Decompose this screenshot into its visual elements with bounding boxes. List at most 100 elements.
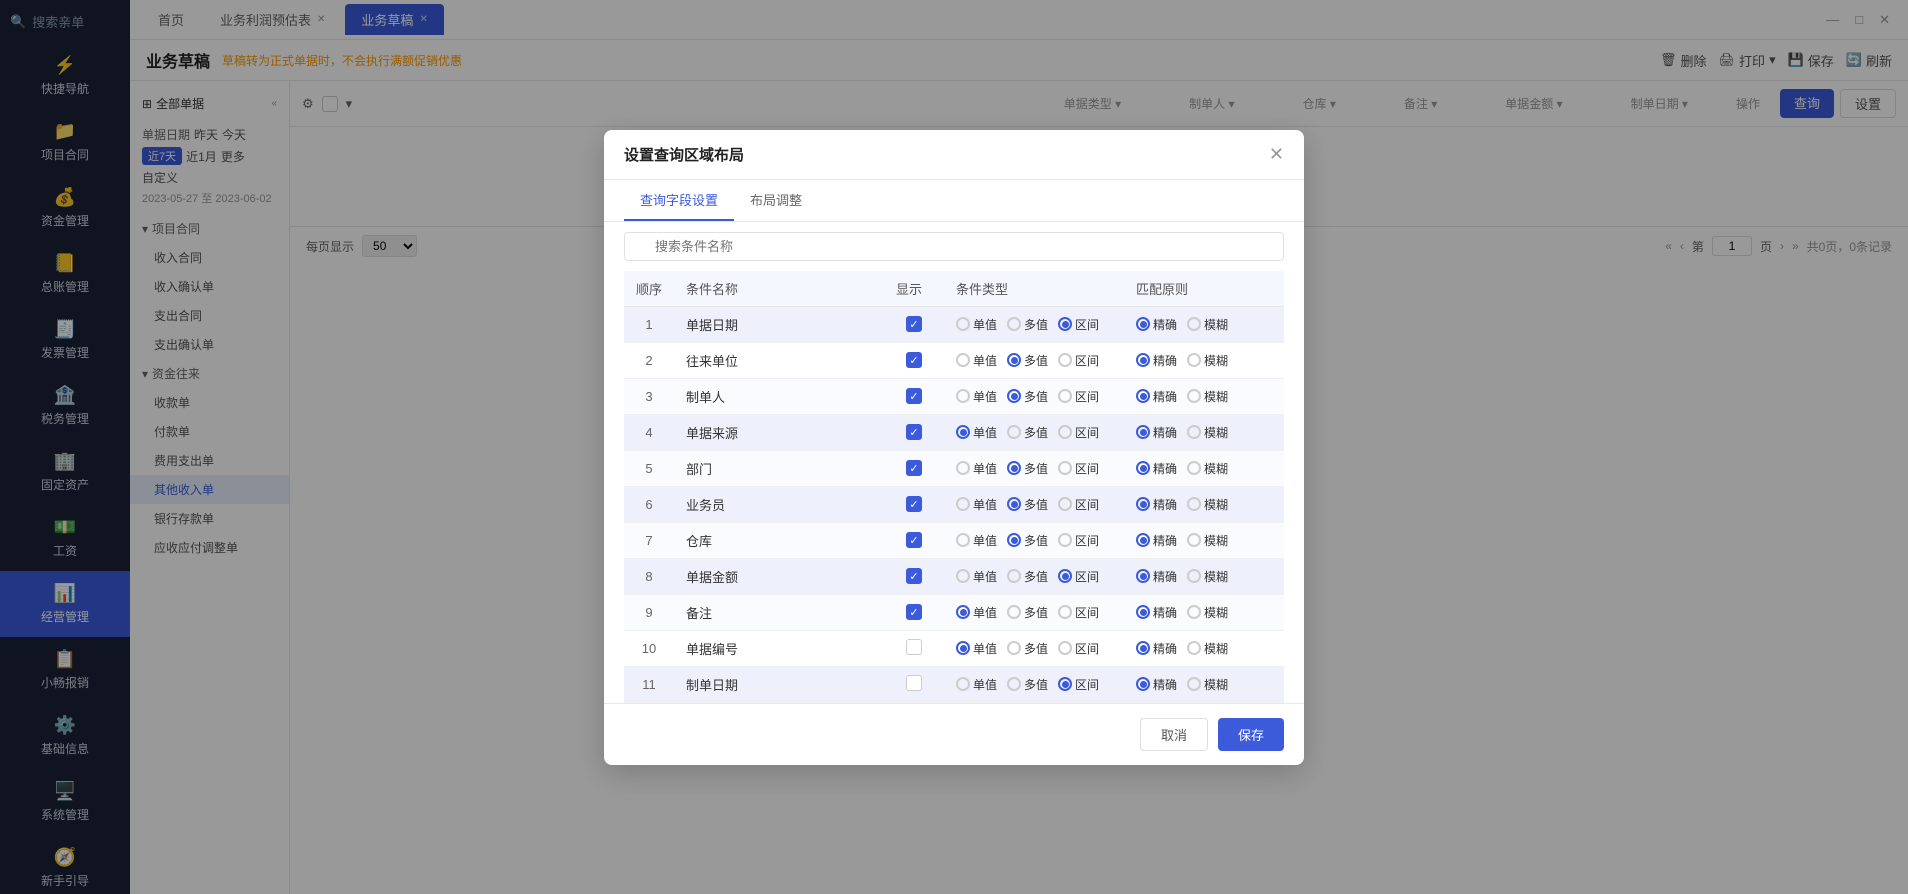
match-radio-模糊[interactable]: 模糊 <box>1187 496 1228 513</box>
type-radio-区间[interactable]: 区间 <box>1058 568 1099 585</box>
row-show[interactable] <box>884 486 944 522</box>
modal-tab-layout[interactable]: 布局调整 <box>734 180 818 221</box>
row-show[interactable] <box>884 378 944 414</box>
row-show[interactable] <box>884 342 944 378</box>
cancel-button[interactable]: 取消 <box>1140 718 1208 751</box>
type-radio-单值[interactable]: 单值 <box>956 424 997 441</box>
show-checkbox[interactable] <box>906 460 922 476</box>
row-show[interactable] <box>884 558 944 594</box>
show-checkbox[interactable] <box>906 675 922 691</box>
row-show[interactable] <box>884 522 944 558</box>
row-type: 单值多值区间 <box>944 594 1124 630</box>
type-radio-区间[interactable]: 区间 <box>1058 640 1099 657</box>
show-checkbox[interactable] <box>906 424 922 440</box>
radio-circle <box>1136 389 1150 403</box>
radio-circle <box>1058 353 1072 367</box>
show-checkbox[interactable] <box>906 352 922 368</box>
match-radio-精确[interactable]: 精确 <box>1136 568 1177 585</box>
match-radio-模糊[interactable]: 模糊 <box>1187 676 1228 693</box>
match-radio-模糊[interactable]: 模糊 <box>1187 316 1228 333</box>
match-radio-精确[interactable]: 精确 <box>1136 604 1177 621</box>
type-radio-单值[interactable]: 单值 <box>956 568 997 585</box>
row-show[interactable] <box>884 630 944 666</box>
row-show[interactable] <box>884 450 944 486</box>
match-radio-精确[interactable]: 精确 <box>1136 460 1177 477</box>
match-radio-模糊[interactable]: 模糊 <box>1187 568 1228 585</box>
modal-tab-fields[interactable]: 查询字段设置 <box>624 180 734 221</box>
row-show[interactable] <box>884 594 944 630</box>
type-radio-区间[interactable]: 区间 <box>1058 388 1099 405</box>
show-checkbox[interactable] <box>906 496 922 512</box>
table-row: 3制单人单值多值区间精确模糊 <box>624 378 1284 414</box>
type-radio-多值[interactable]: 多值 <box>1007 496 1048 513</box>
match-radio-模糊[interactable]: 模糊 <box>1187 388 1228 405</box>
table-row: 10单据编号单值多值区间精确模糊 <box>624 630 1284 666</box>
match-radio-精确[interactable]: 精确 <box>1136 640 1177 657</box>
show-checkbox[interactable] <box>906 532 922 548</box>
type-radio-区间[interactable]: 区间 <box>1058 316 1099 333</box>
type-radio-单值[interactable]: 单值 <box>956 640 997 657</box>
match-radio-精确[interactable]: 精确 <box>1136 532 1177 549</box>
type-radio-区间[interactable]: 区间 <box>1058 604 1099 621</box>
match-radio-精确[interactable]: 精确 <box>1136 388 1177 405</box>
type-radio-区间[interactable]: 区间 <box>1058 496 1099 513</box>
type-radio-多值[interactable]: 多值 <box>1007 676 1048 693</box>
type-radio-多值[interactable]: 多值 <box>1007 568 1048 585</box>
match-radio-模糊[interactable]: 模糊 <box>1187 640 1228 657</box>
match-radio-模糊[interactable]: 模糊 <box>1187 532 1228 549</box>
show-checkbox[interactable] <box>906 388 922 404</box>
type-radio-多值[interactable]: 多值 <box>1007 388 1048 405</box>
show-checkbox[interactable] <box>906 639 922 655</box>
match-radio-模糊[interactable]: 模糊 <box>1187 424 1228 441</box>
radio-circle <box>1187 677 1201 691</box>
modal-search-input[interactable] <box>624 232 1284 261</box>
col-header-match: 匹配原则 <box>1124 271 1284 307</box>
match-radio-模糊[interactable]: 模糊 <box>1187 604 1228 621</box>
type-radio-多值[interactable]: 多值 <box>1007 460 1048 477</box>
type-radio-单值[interactable]: 单值 <box>956 316 997 333</box>
radio-circle <box>956 569 970 583</box>
show-checkbox[interactable] <box>906 316 922 332</box>
type-radio-单值[interactable]: 单值 <box>956 496 997 513</box>
match-radio-精确[interactable]: 精确 <box>1136 424 1177 441</box>
row-order: 6 <box>624 486 674 522</box>
type-radio-多值[interactable]: 多值 <box>1007 532 1048 549</box>
match-radio-精确[interactable]: 精确 <box>1136 352 1177 369</box>
type-radio-单值[interactable]: 单值 <box>956 352 997 369</box>
row-show[interactable] <box>884 666 944 702</box>
modal-overlay[interactable]: 设置查询区域布局 ✕ 查询字段设置 布局调整 🔍 顺序 条件名称 <box>0 0 1908 894</box>
radio-circle <box>1007 353 1021 367</box>
match-radio-精确[interactable]: 精确 <box>1136 316 1177 333</box>
type-radio-区间[interactable]: 区间 <box>1058 460 1099 477</box>
row-show[interactable] <box>884 414 944 450</box>
row-order: 9 <box>624 594 674 630</box>
type-radio-多值[interactable]: 多值 <box>1007 604 1048 621</box>
type-radio-多值[interactable]: 多值 <box>1007 352 1048 369</box>
type-radio-多值[interactable]: 多值 <box>1007 316 1048 333</box>
row-match: 精确模糊 <box>1124 558 1284 594</box>
type-radio-单值[interactable]: 单值 <box>956 532 997 549</box>
type-radio-单值[interactable]: 单值 <box>956 388 997 405</box>
modal-close-button[interactable]: ✕ <box>1269 144 1284 165</box>
type-radio-区间[interactable]: 区间 <box>1058 424 1099 441</box>
show-checkbox[interactable] <box>906 568 922 584</box>
radio-circle <box>956 389 970 403</box>
type-radio-单值[interactable]: 单值 <box>956 604 997 621</box>
row-show[interactable] <box>884 306 944 342</box>
match-radio-精确[interactable]: 精确 <box>1136 676 1177 693</box>
modal-header: 设置查询区域布局 ✕ <box>604 130 1304 180</box>
type-radio-区间[interactable]: 区间 <box>1058 676 1099 693</box>
type-radio-单值[interactable]: 单值 <box>956 460 997 477</box>
save-button[interactable]: 保存 <box>1218 718 1284 751</box>
type-radio-多值[interactable]: 多值 <box>1007 640 1048 657</box>
type-radio-单值[interactable]: 单值 <box>956 676 997 693</box>
type-radio-区间[interactable]: 区间 <box>1058 532 1099 549</box>
row-name: 仓库 <box>674 522 884 558</box>
match-radio-精确[interactable]: 精确 <box>1136 496 1177 513</box>
type-radio-多值[interactable]: 多值 <box>1007 424 1048 441</box>
match-radio-模糊[interactable]: 模糊 <box>1187 352 1228 369</box>
type-radio-区间[interactable]: 区间 <box>1058 352 1099 369</box>
match-radio-模糊[interactable]: 模糊 <box>1187 460 1228 477</box>
modal-title: 设置查询区域布局 <box>624 144 744 165</box>
show-checkbox[interactable] <box>906 604 922 620</box>
